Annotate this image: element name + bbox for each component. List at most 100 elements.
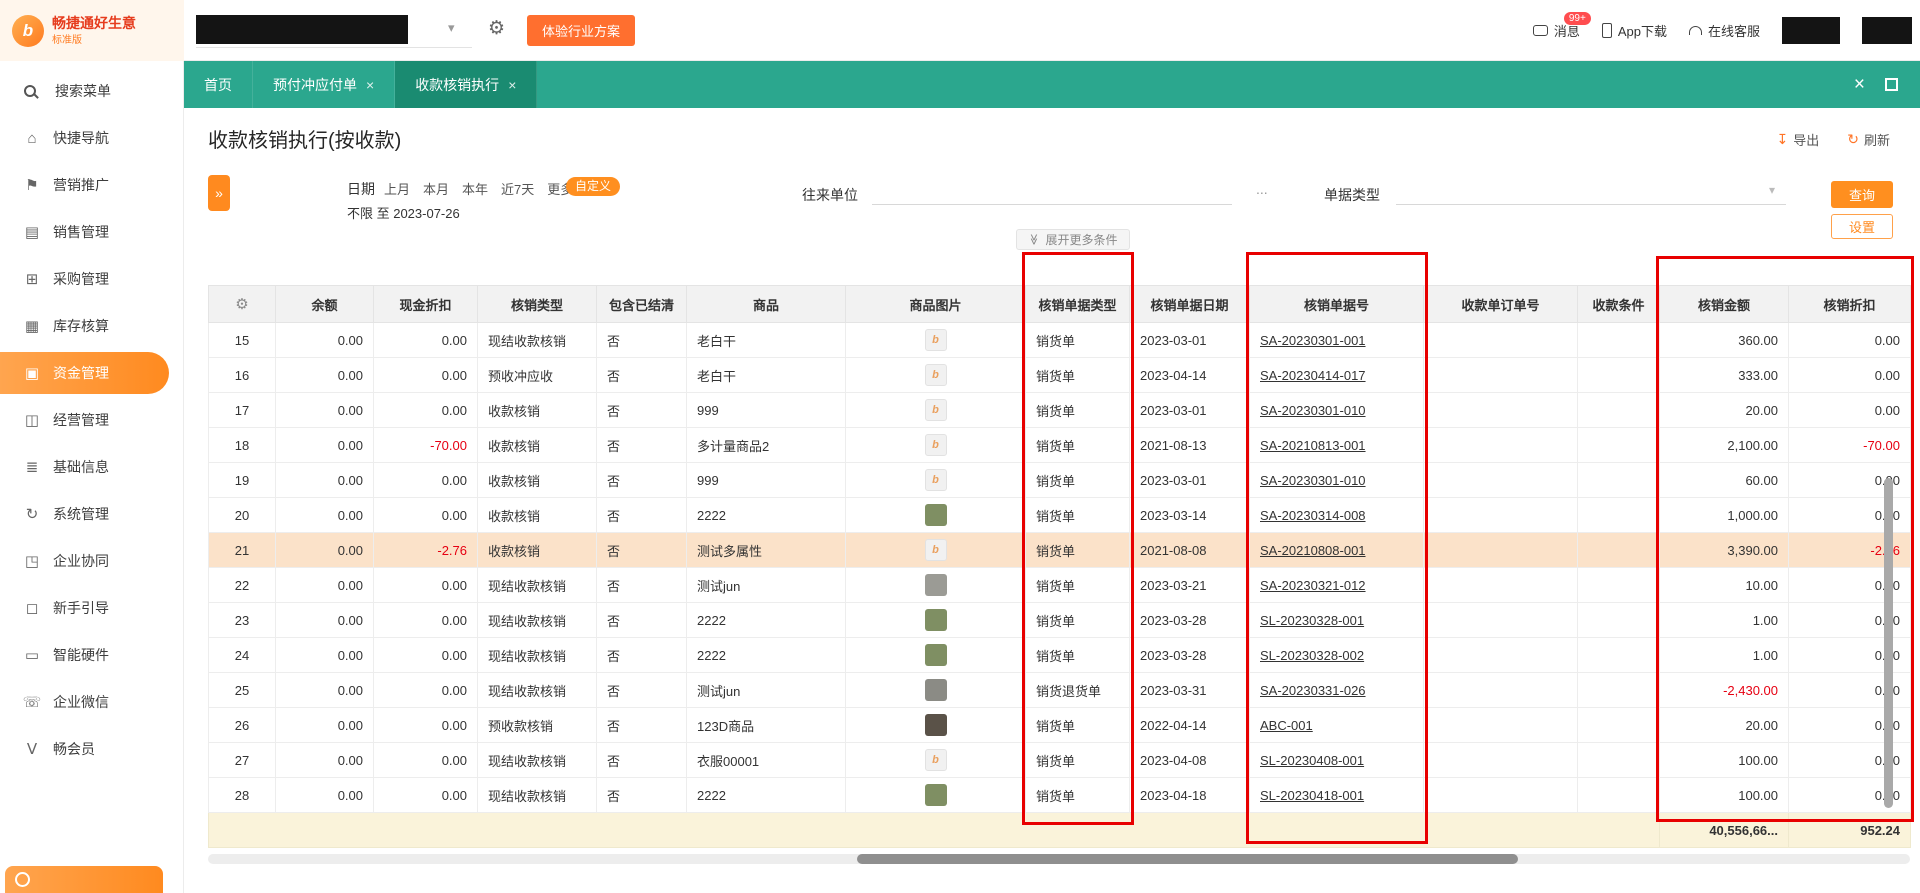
sidebar-item-guide[interactable]: ◻ 新手引导 [0,587,183,629]
support-label: 在线客服 [1707,24,1760,39]
org-select[interactable]: ▾ [196,12,472,48]
cell-writeoff-amount: 10.00 [1659,567,1789,603]
tab-0[interactable]: 首页 [184,61,253,108]
table-row[interactable]: 25 0.00 0.00 现结收款核销否测试jun 销货退货单 2023-03-31 SA-… [208,672,1911,708]
sidebar-item-purchase[interactable]: ⊞ 采购管理 [0,258,183,300]
doc-no-link[interactable]: ABC-001 [1260,718,1313,733]
table-row[interactable]: 23 0.00 0.00 现结收款核销否 2222 销货单 2023-03-28 SL-202… [208,602,1911,638]
table-row[interactable]: 15 0.00 0.00 现结收款核销否老白干 b 销货单 2023-03-01 SA-202… [208,322,1911,358]
horizontal-scrollbar[interactable] [857,854,1518,864]
doc-no-link[interactable]: SA-20210808-001 [1260,543,1366,558]
gear-icon[interactable]: ⚙ [488,17,505,40]
custom-date-button[interactable]: 自定义 [566,177,621,196]
chevron-down-icon: ▾ [448,20,455,35]
cell-cash-discount: 0.00 [373,742,478,778]
home-icon: ⌂ [27,129,37,147]
settings-button[interactable]: 设置 [1831,214,1893,239]
table-row[interactable]: 16 0.00 0.00 预收冲应收否老白干 b 销货单 2023-04-14 SA-2023… [208,357,1911,393]
cell-row-number: 26 [208,707,276,743]
tab-2[interactable]: 收款核销执行 × [395,61,538,108]
doc-no-link[interactable]: SA-20230314-008 [1260,508,1366,523]
partner-input[interactable] [872,179,1232,205]
table-row[interactable]: 20 0.00 0.00 收款核销否 2222 销货单 2023-03-14 SA-20230… [208,497,1911,533]
table-row[interactable]: 26 0.00 0.00 预收款核销否 123D商品 销货单 2022-04-14 ABC-0… [208,707,1911,743]
doc-no-link[interactable]: SA-20230331-026 [1260,683,1366,698]
date-option[interactable]: 本月 [423,179,449,198]
close-icon[interactable]: × [508,77,516,93]
doc-no-link[interactable]: SL-20230328-001 [1260,613,1364,628]
sidebar-item-info[interactable]: ≣ 基础信息 [0,446,183,488]
panel-expander-button[interactable]: » [208,175,230,211]
cell-product: 2222 [686,637,846,673]
sidebar-item-inventory[interactable]: ▦ 库存核算 [0,305,183,347]
cell-row-number: 24 [208,637,276,673]
vertical-scrollbar[interactable] [1884,478,1893,808]
base-info-icon: ≣ [25,459,39,476]
cell-include-settled: 否 [596,532,687,568]
tab-label: 首页 [204,76,232,93]
table-row[interactable]: 27 0.00 0.00 现结收款核销否衣服00001 b 销货单 2023-04-08 SL… [208,742,1911,778]
date-option[interactable]: 上月 [384,179,410,198]
cell-row-number: 18 [208,427,276,463]
tab-1[interactable]: 预付冲应付单 × [253,61,396,108]
table-row[interactable]: 28 0.00 0.00 现结收款核销否 2222 销货单 2023-04-18 SL-202… [208,777,1911,813]
date-option[interactable]: 本年 [462,179,488,198]
sidebar-item-label: 企业协同 [53,553,109,569]
query-button[interactable]: 查询 [1831,181,1893,208]
table-row[interactable]: 19 0.00 0.00 收款核销否 999 b 销货单 2023-03-01 SA-20230… [208,462,1911,498]
doc-type-select[interactable] [1396,179,1786,205]
messages-link[interactable]: 消息 99+ [1532,11,1592,40]
table-row[interactable]: 17 0.00 0.00 收款核销否 999 b 销货单 2023-03-01 SA-20230… [208,392,1911,428]
refresh-button[interactable]: ↻ 刷新 [1847,130,1890,149]
cell-include-settled: 否 [596,777,687,813]
cell-doc-no: SA-20230314-008 [1249,497,1424,533]
doc-no-link[interactable]: SL-20230408-001 [1260,753,1364,768]
cell-writeoff-type: 现结收款核销 [477,672,597,708]
doc-no-link[interactable]: SA-20230414-017 [1260,368,1366,383]
column-header: 商品图片 [845,285,1026,323]
partner-more-button[interactable]: ... [1256,181,1268,197]
sidebar-item-sales[interactable]: ▤ 销售管理 [0,211,183,253]
cell-balance: 0.00 [275,497,374,533]
doc-no-link[interactable]: SA-20230301-001 [1260,333,1366,348]
sidebar-item-collab[interactable]: ◳ 企业协同 [0,540,183,582]
export-button[interactable]: ↧ 导出 [1777,130,1820,149]
cell-product: 测试jun [686,672,846,708]
sidebar-item-promo[interactable]: ⚑ 营销推广 [0,164,183,206]
sidebar-item-system[interactable]: ↻ 系统管理 [0,493,183,535]
cell-doc-no: SA-20230414-017 [1249,357,1424,393]
redacted-org-name [196,15,408,44]
sidebar-item-operation[interactable]: ◫ 经营管理 [0,399,183,441]
doc-no-link[interactable]: SA-20230321-012 [1260,578,1366,593]
doc-no-link[interactable]: SA-20230301-010 [1260,403,1366,418]
date-option[interactable]: 近7天 [501,179,534,198]
cell-writeoff-amount: 60.00 [1659,462,1789,498]
expand-more-button[interactable]: ≫ 展开更多条件 [1016,229,1130,250]
sidebar-item-funds[interactable]: ▣ 资金管理 [0,352,169,394]
support-link[interactable]: 在线客服 [1688,21,1760,40]
cell-doc-no: SL-20230328-002 [1249,637,1424,673]
cell-cash-discount: 0.00 [373,637,478,673]
table-row[interactable]: 22 0.00 0.00 现结收款核销否测试jun 销货单 2023-03-21 SA-20… [208,567,1911,603]
close-icon[interactable]: × [366,77,374,93]
table-row[interactable]: 24 0.00 0.00 现结收款核销否 2222 销货单 2023-03-28 SL-202… [208,637,1911,673]
doc-no-link[interactable]: SA-20230301-010 [1260,473,1366,488]
app-download-link[interactable]: App下载 [1601,21,1667,40]
doc-no-link[interactable]: SL-20230418-001 [1260,788,1364,803]
sidebar-item-wechat[interactable]: ☏ 企业微信 [0,681,183,723]
cell-order-no [1423,707,1578,743]
cell-balance: 0.00 [275,462,374,498]
sidebar-item-search[interactable]: 搜索菜单 [0,70,183,112]
doc-no-link[interactable]: SA-20210813-001 [1260,438,1366,453]
doc-no-link[interactable]: SL-20230328-002 [1260,648,1364,663]
table-row[interactable]: 21 0.00 -2.76 收款核销否测试多属性 b 销货单 2021-08-08 SA-20… [208,532,1911,568]
floating-helper[interactable] [5,866,163,893]
sidebar-item-home[interactable]: ⌂ 快捷导航 [0,117,183,159]
sidebar-item-hardware[interactable]: ▭ 智能硬件 [0,634,183,676]
sidebar-item-member[interactable]: Ⅴ 畅会员 [0,728,183,770]
column-header-gear[interactable]: ⚙ [208,285,276,323]
industry-plan-button[interactable]: 体验行业方案 [527,15,636,46]
close-icon[interactable]: × [1854,74,1865,96]
fullscreen-icon[interactable] [1885,78,1898,91]
table-row[interactable]: 18 0.00 -70.00 收款核销否多计量商品2 b 销货单 2021-08-13 SA-… [208,427,1911,463]
